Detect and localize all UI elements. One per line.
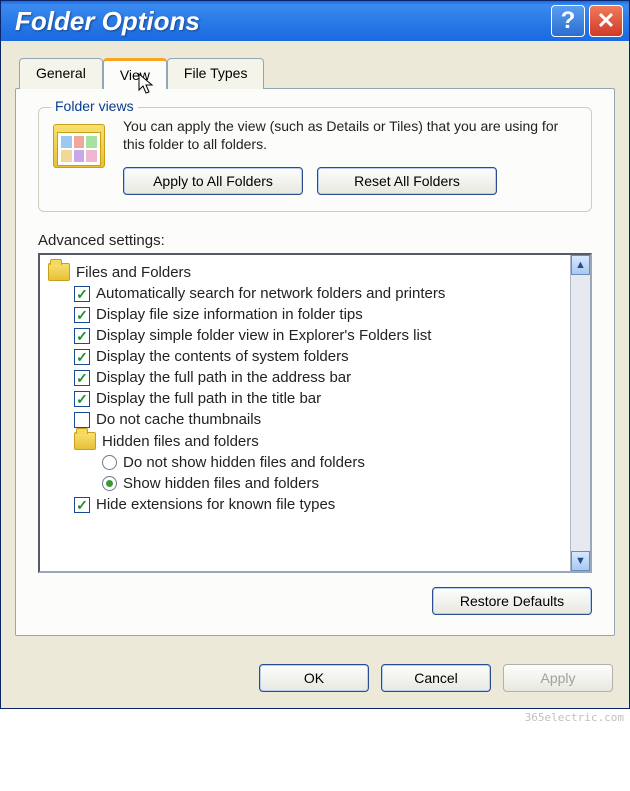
chevron-down-icon: ▼	[575, 555, 586, 567]
tree-scrollbar[interactable]: ▲ ▼	[570, 255, 590, 571]
tree-subgroup-hidden-files[interactable]: Hidden files and folders	[48, 430, 562, 452]
scroll-up-button[interactable]: ▲	[571, 255, 590, 275]
apply-to-all-folders-button[interactable]: Apply to All Folders	[123, 167, 303, 195]
checkbox[interactable]	[74, 307, 90, 323]
close-button[interactable]: ✕	[589, 5, 623, 37]
radio[interactable]	[102, 476, 117, 491]
tree-item[interactable]: Display file size information in folder …	[48, 304, 562, 325]
close-icon: ✕	[597, 8, 615, 34]
tree-subgroup-label: Hidden files and folders	[102, 433, 259, 450]
folder-views-icon	[53, 118, 111, 195]
tree-item-label: Display file size information in folder …	[96, 306, 363, 323]
folder-icon	[48, 263, 70, 281]
tab-content-view: Folder views You can apply the view (suc…	[15, 88, 615, 636]
tree-root-label: Files and Folders	[76, 264, 191, 281]
advanced-settings-label: Advanced settings:	[38, 232, 592, 249]
chevron-up-icon: ▲	[575, 259, 586, 271]
tree-item[interactable]: Do not cache thumbnails	[48, 409, 562, 430]
tree-radio-label: Do not show hidden files and folders	[123, 454, 365, 471]
titlebar-buttons: ? ✕	[551, 5, 623, 37]
folder-views-group: Folder views You can apply the view (suc…	[38, 107, 592, 212]
checkbox[interactable]	[74, 349, 90, 365]
tree-item[interactable]: Display the full path in the title bar	[48, 388, 562, 409]
folder-views-text: You can apply the view (such as Details …	[123, 118, 577, 153]
tab-general[interactable]: General	[19, 58, 103, 89]
tree-root-files-and-folders[interactable]: Files and Folders	[48, 261, 562, 283]
ok-button[interactable]: OK	[259, 664, 369, 692]
tree-item-label: Automatically search for network folders…	[96, 285, 445, 302]
help-icon: ?	[561, 7, 576, 35]
cancel-button[interactable]: Cancel	[381, 664, 491, 692]
restore-defaults-button[interactable]: Restore Defaults	[432, 587, 592, 615]
tree-item[interactable]: Automatically search for network folders…	[48, 283, 562, 304]
tree-item-label: Display simple folder view in Explorer's…	[96, 327, 431, 344]
scroll-down-button[interactable]: ▼	[571, 551, 590, 571]
tree-radio-item[interactable]: Show hidden files and folders	[48, 473, 562, 494]
checkbox[interactable]	[74, 497, 90, 513]
checkbox[interactable]	[74, 391, 90, 407]
checkbox[interactable]	[74, 412, 90, 428]
window-title: Folder Options	[15, 6, 551, 37]
folder-views-legend: Folder views	[51, 98, 138, 114]
folder-icon	[74, 432, 96, 450]
tree-item-label: Do not cache thumbnails	[96, 411, 261, 428]
help-button[interactable]: ?	[551, 5, 585, 37]
tab-view[interactable]: View	[103, 58, 167, 89]
tree-item[interactable]: Display the full path in the address bar	[48, 367, 562, 388]
reset-all-folders-button[interactable]: Reset All Folders	[317, 167, 497, 195]
window-body: General View File Types Folder views	[1, 41, 629, 650]
tree-item-label: Display the full path in the address bar	[96, 369, 351, 386]
checkbox[interactable]	[74, 370, 90, 386]
tab-view-label: View	[120, 67, 150, 83]
tree-item-label: Hide extensions for known file types	[96, 496, 335, 513]
tree-item[interactable]: Display the contents of system folders	[48, 346, 562, 367]
titlebar[interactable]: Folder Options ? ✕	[1, 1, 629, 41]
tree-item-label: Display the contents of system folders	[96, 348, 349, 365]
tree-radio-label: Show hidden files and folders	[123, 475, 319, 492]
checkbox[interactable]	[74, 328, 90, 344]
checkbox[interactable]	[74, 286, 90, 302]
tree-item[interactable]: Display simple folder view in Explorer's…	[48, 325, 562, 346]
tab-file-types[interactable]: File Types	[167, 58, 265, 89]
dialog-button-row: OK Cancel Apply	[1, 650, 629, 708]
tab-strip: General View File Types	[19, 58, 615, 89]
apply-button[interactable]: Apply	[503, 664, 613, 692]
folder-options-window: Folder Options ? ✕ General View File Typ…	[0, 0, 630, 709]
radio[interactable]	[102, 455, 117, 470]
tree-item[interactable]: Hide extensions for known file types	[48, 494, 562, 515]
tree-item-label: Display the full path in the title bar	[96, 390, 321, 407]
tree-radio-item[interactable]: Do not show hidden files and folders	[48, 452, 562, 473]
folder-tiles-icon	[53, 124, 105, 168]
tree-scroll-area[interactable]: Files and Folders Automatically search f…	[40, 255, 570, 571]
watermark: 365electric.com	[0, 709, 630, 726]
advanced-settings-tree: Files and Folders Automatically search f…	[38, 253, 592, 573]
